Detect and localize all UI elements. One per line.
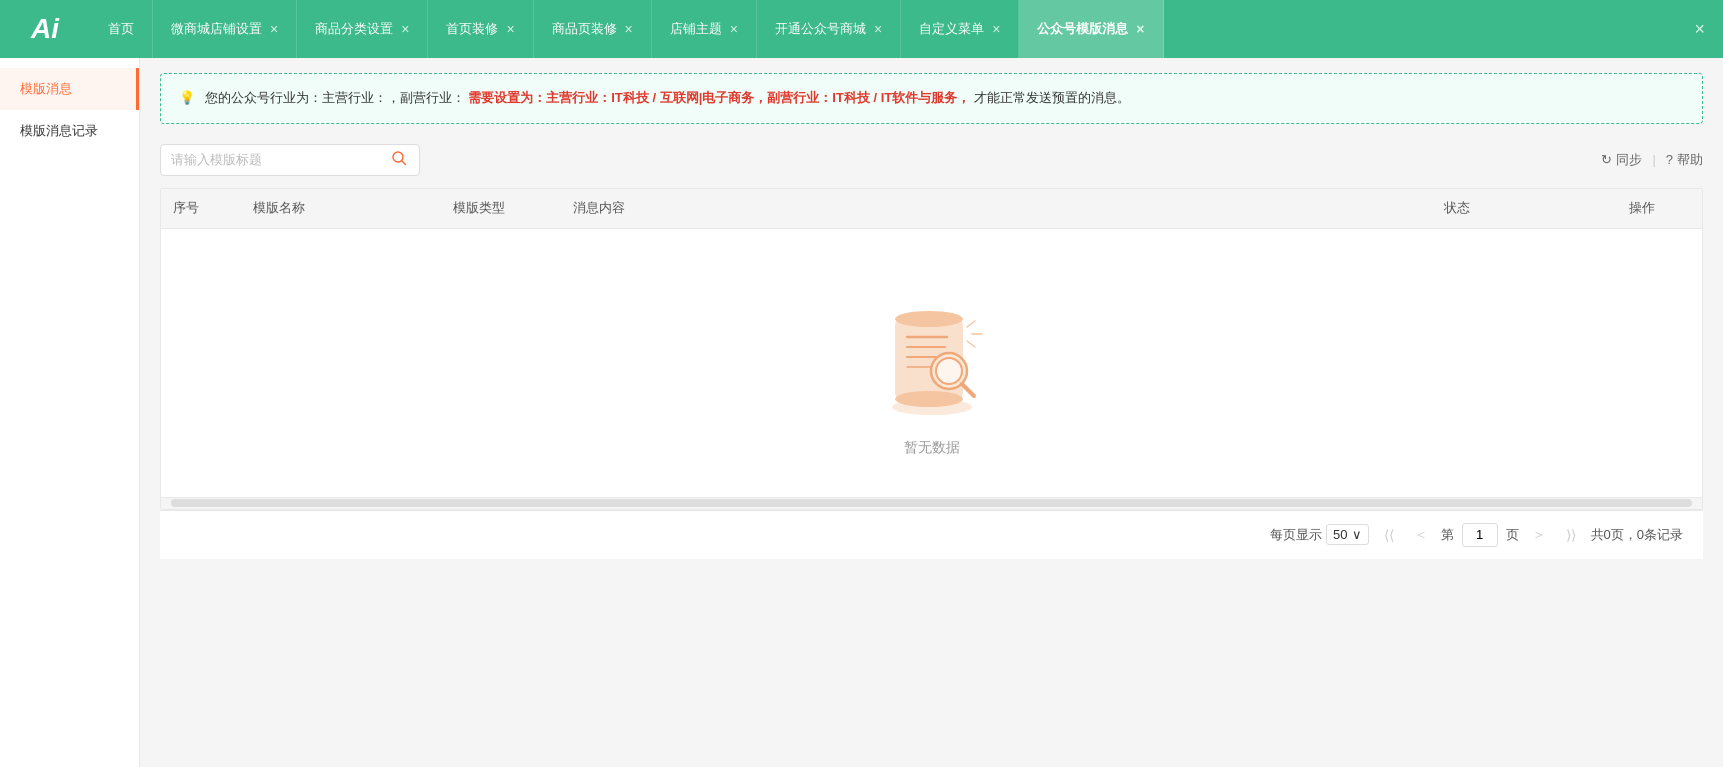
col-header-content: 消息内容: [561, 199, 1432, 217]
col-header-type: 模版类型: [441, 199, 561, 217]
search-input-wrap[interactable]: [160, 144, 420, 176]
tab-home-decor-label: 首页装修: [446, 20, 498, 38]
tab-home[interactable]: 首页: [90, 0, 153, 58]
tab-custom-menu[interactable]: 自定义菜单 ×: [901, 0, 1019, 58]
svg-line-16: [967, 341, 975, 347]
empty-text: 暂无数据: [904, 439, 960, 457]
scroll-track[interactable]: [171, 499, 1692, 507]
sidebar-item-template-message[interactable]: 模版消息: [0, 68, 139, 110]
toolbar-divider: |: [1652, 152, 1655, 167]
help-label: 帮助: [1677, 151, 1703, 169]
notice-icon: 💡: [179, 90, 195, 105]
notice-prefix: 您的公众号行业为：主营行业：，副营行业：: [205, 90, 465, 105]
sidebar-item-template-record[interactable]: 模版消息记录: [0, 110, 139, 152]
sync-label: 同步: [1616, 151, 1642, 169]
close-home-decor-icon[interactable]: ×: [506, 21, 514, 37]
total-info: 共0页，0条记录: [1591, 526, 1683, 544]
notice-box: 💡 您的公众号行业为：主营行业：，副营行业： 需要设置为：主营行业：IT科技 /…: [160, 73, 1703, 124]
col-header-seq: 序号: [161, 199, 241, 217]
per-page-select: 每页显示 50 ∨: [1270, 524, 1368, 545]
close-shop-theme-icon[interactable]: ×: [730, 21, 738, 37]
search-row: ↻ 同步 | ? 帮助: [160, 144, 1703, 176]
tab-wechat-shop-label: 微商城店铺设置: [171, 20, 262, 38]
data-table: 序号 模版名称 模版类型 消息内容 状态 操作: [160, 188, 1703, 510]
svg-line-1: [402, 161, 406, 165]
svg-line-14: [967, 321, 975, 327]
tab-product-category-label: 商品分类设置: [315, 20, 393, 38]
notice-highlight: 需要设置为：主营行业：IT科技 / 互联网|电子商务，副营行业：IT科技 / I…: [468, 90, 970, 105]
tab-custom-menu-label: 自定义菜单: [919, 20, 984, 38]
tab-product-category[interactable]: 商品分类设置 ×: [297, 0, 428, 58]
content-area: 💡 您的公众号行业为：主营行业：，副营行业： 需要设置为：主营行业：IT科技 /…: [140, 58, 1723, 767]
help-icon: ?: [1666, 152, 1673, 167]
tab-shop-theme[interactable]: 店铺主题 ×: [652, 0, 757, 58]
per-page-dropdown[interactable]: 50 ∨: [1326, 524, 1368, 545]
close-template-msg-icon[interactable]: ×: [1136, 21, 1144, 37]
sidebar-item-template-record-label: 模版消息记录: [20, 123, 98, 138]
tab-bar: Ai 首页 微商城店铺设置 × 商品分类设置 × 首页装修 × 商品页装修 × …: [0, 0, 1723, 58]
app-logo: Ai: [0, 0, 90, 58]
sidebar-item-template-message-label: 模版消息: [20, 81, 72, 96]
tab-home-label: 首页: [108, 20, 134, 38]
sync-icon: ↻: [1601, 152, 1612, 167]
table-header: 序号 模版名称 模版类型 消息内容 状态 操作: [161, 189, 1702, 229]
empty-state: 暂无数据: [161, 229, 1702, 497]
tab-open-shop-label: 开通公众号商城: [775, 20, 866, 38]
tab-shop-theme-label: 店铺主题: [670, 20, 722, 38]
close-open-shop-icon[interactable]: ×: [874, 21, 882, 37]
tab-wechat-shop[interactable]: 微商城店铺设置 ×: [153, 0, 297, 58]
search-input[interactable]: [171, 152, 391, 167]
scroll-bar-area[interactable]: [161, 497, 1702, 509]
main-layout: 模版消息 模版消息记录 💡 您的公众号行业为：主营行业：，副营行业： 需要设置为…: [0, 58, 1723, 767]
svg-point-4: [895, 311, 963, 327]
page-unit: 页: [1506, 526, 1519, 544]
tab-home-decor[interactable]: 首页装修 ×: [428, 0, 533, 58]
tab-product-decor-label: 商品页装修: [552, 20, 617, 38]
first-page-button[interactable]: ⟨⟨: [1377, 523, 1401, 547]
tab-template-msg-label: 公众号模版消息: [1037, 20, 1128, 38]
close-product-decor-icon[interactable]: ×: [625, 21, 633, 37]
col-header-name: 模版名称: [241, 199, 441, 217]
pagination-row: 每页显示 50 ∨ ⟨⟨ ＜ 第 页 ＞ ⟩⟩ 共0页，0条记录: [160, 510, 1703, 559]
last-page-button[interactable]: ⟩⟩: [1559, 523, 1583, 547]
dropdown-arrow-icon: ∨: [1352, 527, 1362, 542]
search-icon[interactable]: [391, 150, 407, 169]
toolbar-right: ↻ 同步 | ? 帮助: [1601, 151, 1703, 169]
per-page-label: 每页显示: [1270, 526, 1322, 544]
svg-line-13: [962, 384, 974, 396]
global-close-button[interactable]: ×: [1676, 19, 1723, 40]
close-custom-menu-icon[interactable]: ×: [992, 21, 1000, 37]
sync-button[interactable]: ↻ 同步: [1601, 151, 1642, 169]
prev-page-button[interactable]: ＜: [1409, 523, 1433, 547]
col-header-action: 操作: [1582, 199, 1702, 217]
col-header-status: 状态: [1432, 199, 1582, 217]
notice-suffix: 才能正常发送预置的消息。: [974, 90, 1130, 105]
help-button[interactable]: ? 帮助: [1666, 151, 1703, 169]
close-product-category-icon[interactable]: ×: [401, 21, 409, 37]
svg-point-5: [895, 391, 963, 407]
page-word: 第: [1441, 526, 1454, 544]
next-page-button[interactable]: ＞: [1527, 523, 1551, 547]
page-number-input[interactable]: [1462, 523, 1498, 547]
tab-template-msg[interactable]: 公众号模版消息 ×: [1019, 0, 1163, 58]
tab-product-decor[interactable]: 商品页装修 ×: [534, 0, 652, 58]
per-page-value: 50: [1333, 527, 1347, 542]
tab-open-shop[interactable]: 开通公众号商城 ×: [757, 0, 901, 58]
close-wechat-shop-icon[interactable]: ×: [270, 21, 278, 37]
sidebar: 模版消息 模版消息记录: [0, 58, 140, 767]
empty-illustration: [867, 289, 997, 419]
